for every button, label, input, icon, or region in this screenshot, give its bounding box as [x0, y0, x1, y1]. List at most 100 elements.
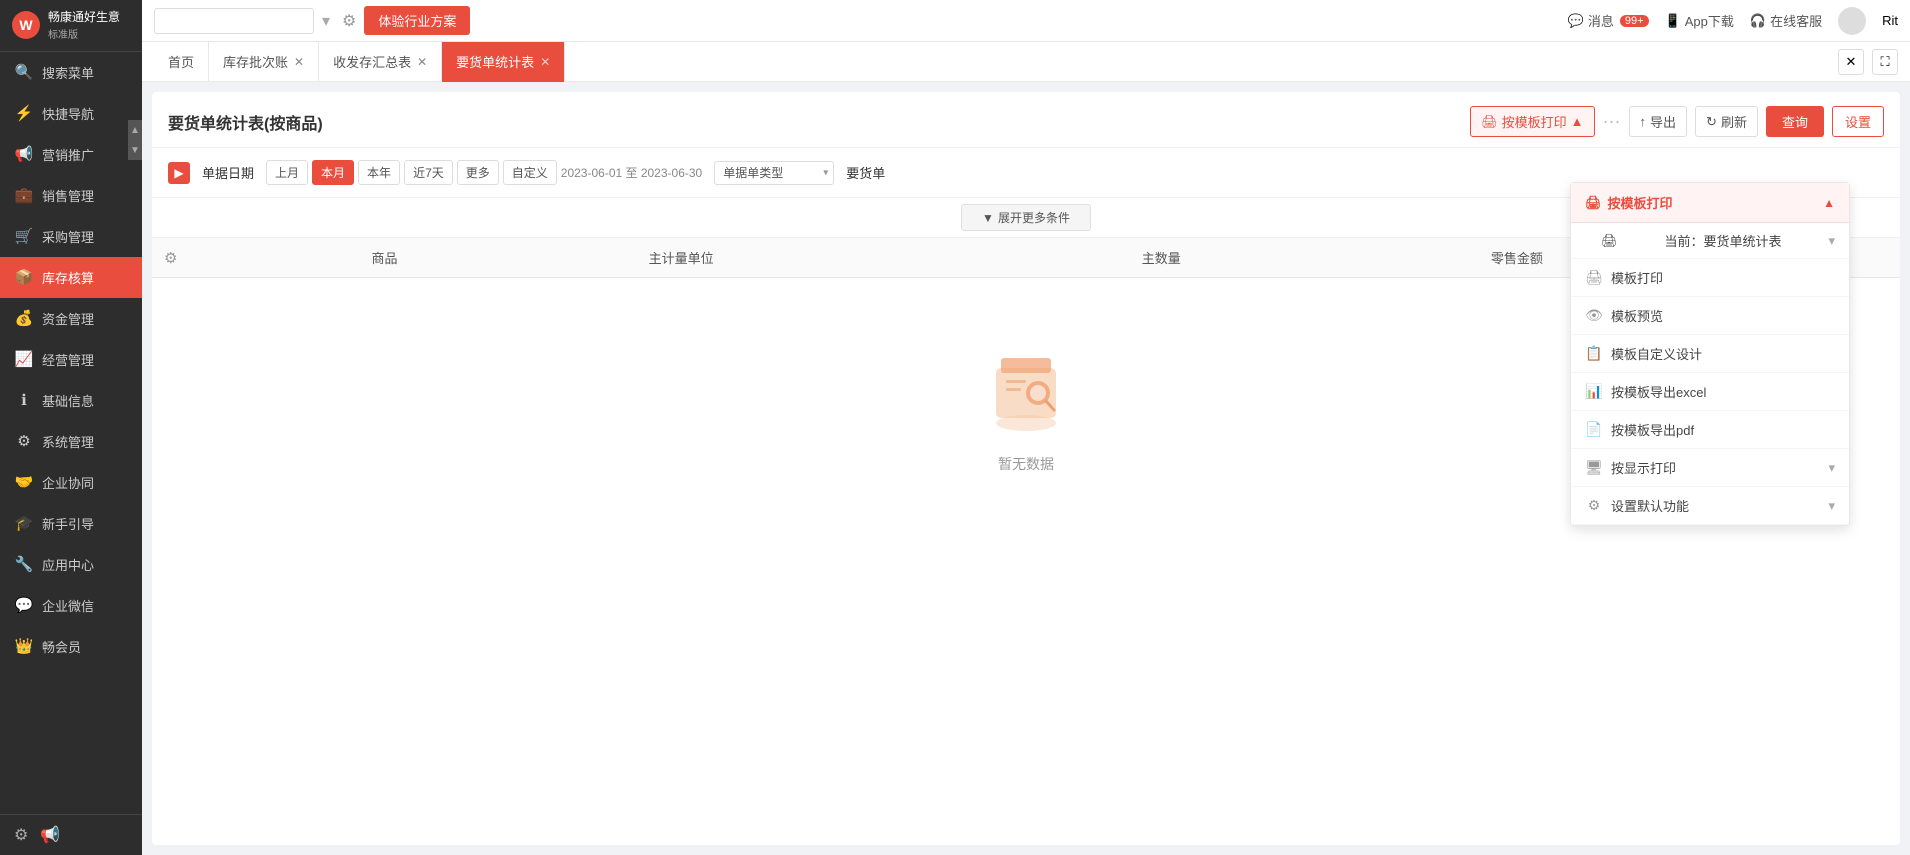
current-template-item[interactable]: 🖨 当前：要货单统计表 ▾ — [1571, 223, 1849, 259]
query-btn[interactable]: 查询 — [1766, 106, 1824, 137]
sidebar-item-搜索菜单[interactable]: 🔍搜索菜单 — [0, 52, 142, 93]
dropdown-sub-default-label: 设置默认功能 — [1611, 496, 1689, 515]
dropdown-item-export-excel[interactable]: 📊 按模板导出excel — [1571, 373, 1849, 411]
dropdown-sub-display[interactable]: 🖥 按显示打印 ▾ — [1571, 449, 1849, 487]
avatar[interactable] — [1838, 7, 1866, 35]
date-7days-btn[interactable]: 近7天 — [404, 160, 453, 185]
sidebar-item-企业微信[interactable]: 💬企业微信 — [0, 585, 142, 626]
sidebar-icon: 🛒 — [14, 227, 34, 245]
refresh-label: 刷新 — [1721, 112, 1747, 131]
search-input[interactable] — [154, 8, 314, 34]
sidebar-icon: 📢 — [14, 145, 34, 163]
card-header: 要货单统计表(按商品) 🖨 按模板打印 ▲ ··· ↑ 导出 ↻ — [152, 92, 1900, 148]
type-select[interactable]: 单据单类型 — [714, 161, 834, 185]
online-service-item[interactable]: 🎧 在线客服 — [1750, 11, 1822, 30]
sidebar-item-应用中心[interactable]: 🔧应用中心 — [0, 544, 142, 585]
dropdown-item-design[interactable]: 📋 模板自定义设计 — [1571, 335, 1849, 373]
order-filter-label: 要货单 — [846, 163, 885, 182]
topbar-right: 💬 消息 99+ 📱 App下载 🎧 在线客服 Rit — [1568, 7, 1898, 35]
sidebar-item-新手引导[interactable]: 🎓新手引导 — [0, 503, 142, 544]
tab-order-stats[interactable]: 要货单统计表 ✕ — [442, 42, 565, 82]
refresh-btn[interactable]: ↻ 刷新 — [1695, 106, 1758, 137]
dropdown-item-print[interactable]: 🖨 模板打印 — [1571, 259, 1849, 297]
filter-collapse-icon: ▶ — [174, 166, 183, 180]
display-print-arrow: ▾ — [1828, 460, 1835, 476]
speaker-icon[interactable]: 📢 — [40, 825, 60, 845]
print-dropdown: 🖨 按模板打印 ▲ 🖨 当前：要货单统计表 ▾ 🖨 模板打印 👁 模板预览 📋 — [1570, 182, 1850, 526]
refresh-icon: ↻ — [1706, 114, 1717, 130]
sidebar-item-畅会员[interactable]: 👑畅会员 — [0, 626, 142, 667]
date-this-month-btn[interactable]: 本月 — [312, 160, 354, 185]
sidebar-label: 应用中心 — [42, 555, 94, 574]
dropdown-arrow-icon[interactable]: ▾ — [322, 11, 330, 31]
sidebar-icon: 💬 — [14, 596, 34, 614]
sidebar-logo: W 畅康通好生意 标准版 — [0, 0, 142, 52]
app-icon: 📱 — [1665, 13, 1681, 29]
dropdown-item-preview-label: 模板预览 — [1611, 306, 1663, 325]
sidebar-label: 企业协同 — [42, 473, 94, 492]
dropdown-sub-default[interactable]: ⚙ 设置默认功能 ▾ — [1571, 487, 1849, 525]
date-this-year-btn[interactable]: 本年 — [358, 160, 400, 185]
dropdown-header[interactable]: 🖨 按模板打印 ▲ — [1571, 183, 1849, 223]
message-badge: 99+ — [1620, 15, 1649, 27]
sidebar-item-销售管理[interactable]: 💼销售管理 — [0, 175, 142, 216]
filter-collapse-btn[interactable]: ▶ — [168, 162, 190, 184]
date-range-text: 2023-06-01 至 2023-06-30 — [561, 164, 702, 181]
app-download-item[interactable]: 📱 App下载 — [1665, 11, 1734, 30]
date-more-btn[interactable]: 更多 — [457, 160, 499, 185]
date-prev-month-btn[interactable]: 上月 — [266, 160, 308, 185]
default-func-icon: ⚙ — [1585, 497, 1603, 514]
sidebar-label: 新手引导 — [42, 514, 94, 533]
current-template-icon: 🖨 — [1601, 233, 1618, 249]
tabs-bar: 首页 库存批次账 ✕ 收发存汇总表 ✕ 要货单统计表 ✕ ✕ ⛶ — [142, 42, 1910, 82]
scroll-arrows: ▲ ▼ — [128, 120, 142, 160]
gear-icon[interactable]: ⚙ — [342, 11, 356, 31]
tab-close-all-btn[interactable]: ✕ — [1838, 49, 1864, 75]
tab-summary-close[interactable]: ✕ — [417, 55, 427, 69]
date-custom-btn[interactable]: 自定义 — [503, 160, 557, 185]
sidebar-item-采购管理[interactable]: 🛒采购管理 — [0, 216, 142, 257]
expand-conditions-btn[interactable]: ▼ 展开更多条件 — [961, 204, 1091, 231]
settings-icon[interactable]: ⚙ — [14, 825, 28, 845]
sidebar-item-企业协同[interactable]: 🤝 企业协同 — [0, 462, 142, 503]
sidebar-item-资金管理[interactable]: 💰资金管理 — [0, 298, 142, 339]
dropdown-item-pdf-label: 按模板导出pdf — [1611, 420, 1694, 439]
sidebar-item-快捷导航[interactable]: ⚡快捷导航 — [0, 93, 142, 134]
expand-icon: ▼ — [982, 211, 994, 225]
sidebar-icon: 🤝 — [14, 473, 34, 491]
empty-icon — [976, 338, 1076, 438]
message-item[interactable]: 💬 消息 99+ — [1568, 11, 1649, 30]
print-template-btn[interactable]: 🖨 按模板打印 ▲ — [1470, 106, 1594, 137]
tab-inventory-batch[interactable]: 库存批次账 ✕ — [209, 42, 319, 82]
message-icon: 💬 — [1568, 13, 1584, 29]
dropdown-item-excel-label: 按模板导出excel — [1611, 382, 1706, 401]
dropdown-item-export-pdf[interactable]: 📄 按模板导出pdf — [1571, 411, 1849, 449]
tab-order-stats-close[interactable]: ✕ — [540, 55, 550, 69]
settings-btn[interactable]: 设置 — [1832, 106, 1884, 137]
tab-home[interactable]: 首页 — [154, 42, 209, 82]
dropdown-sub-display-label: 按显示打印 — [1611, 458, 1676, 477]
sidebar-item-经营管理[interactable]: 📈经营管理 — [0, 339, 142, 380]
preview-item-icon: 👁 — [1585, 307, 1603, 324]
sidebar-icon: 💰 — [14, 309, 34, 327]
tab-inventory-batch-close[interactable]: ✕ — [294, 55, 304, 69]
print-icon-dropdown: 🖨 — [1585, 195, 1602, 211]
tab-summary[interactable]: 收发存汇总表 ✕ — [319, 42, 442, 82]
export-btn[interactable]: ↑ 导出 — [1629, 106, 1688, 137]
tab-maximize-btn[interactable]: ⛶ — [1872, 49, 1898, 75]
ellipsis-icon[interactable]: ··· — [1603, 111, 1621, 132]
sidebar-label: 快捷导航 — [42, 104, 94, 123]
scroll-up-arrow[interactable]: ▲ — [128, 120, 142, 140]
sidebar-item-系统管理[interactable]: ⚙系统管理 — [0, 421, 142, 462]
sidebar-item-基础信息[interactable]: ℹ基础信息 — [0, 380, 142, 421]
sidebar-icon: ℹ — [14, 391, 34, 409]
date-filter-label: 单据日期 — [202, 163, 254, 182]
scroll-down-arrow[interactable]: ▼ — [128, 140, 142, 160]
page-content: 要货单统计表(按商品) 🖨 按模板打印 ▲ ··· ↑ 导出 ↻ — [142, 82, 1910, 855]
trial-btn[interactable]: 体验行业方案 — [364, 6, 470, 35]
dropdown-item-preview[interactable]: 👁 模板预览 — [1571, 297, 1849, 335]
sidebar-item-库存核算[interactable]: 📦库存核算 — [0, 257, 142, 298]
dropdown-sub-display-left: 🖥 按显示打印 — [1585, 458, 1676, 477]
chevron-up-icon: ▲ — [1571, 114, 1584, 129]
sidebar-item-营销推广[interactable]: 📢营销推广 — [0, 134, 142, 175]
